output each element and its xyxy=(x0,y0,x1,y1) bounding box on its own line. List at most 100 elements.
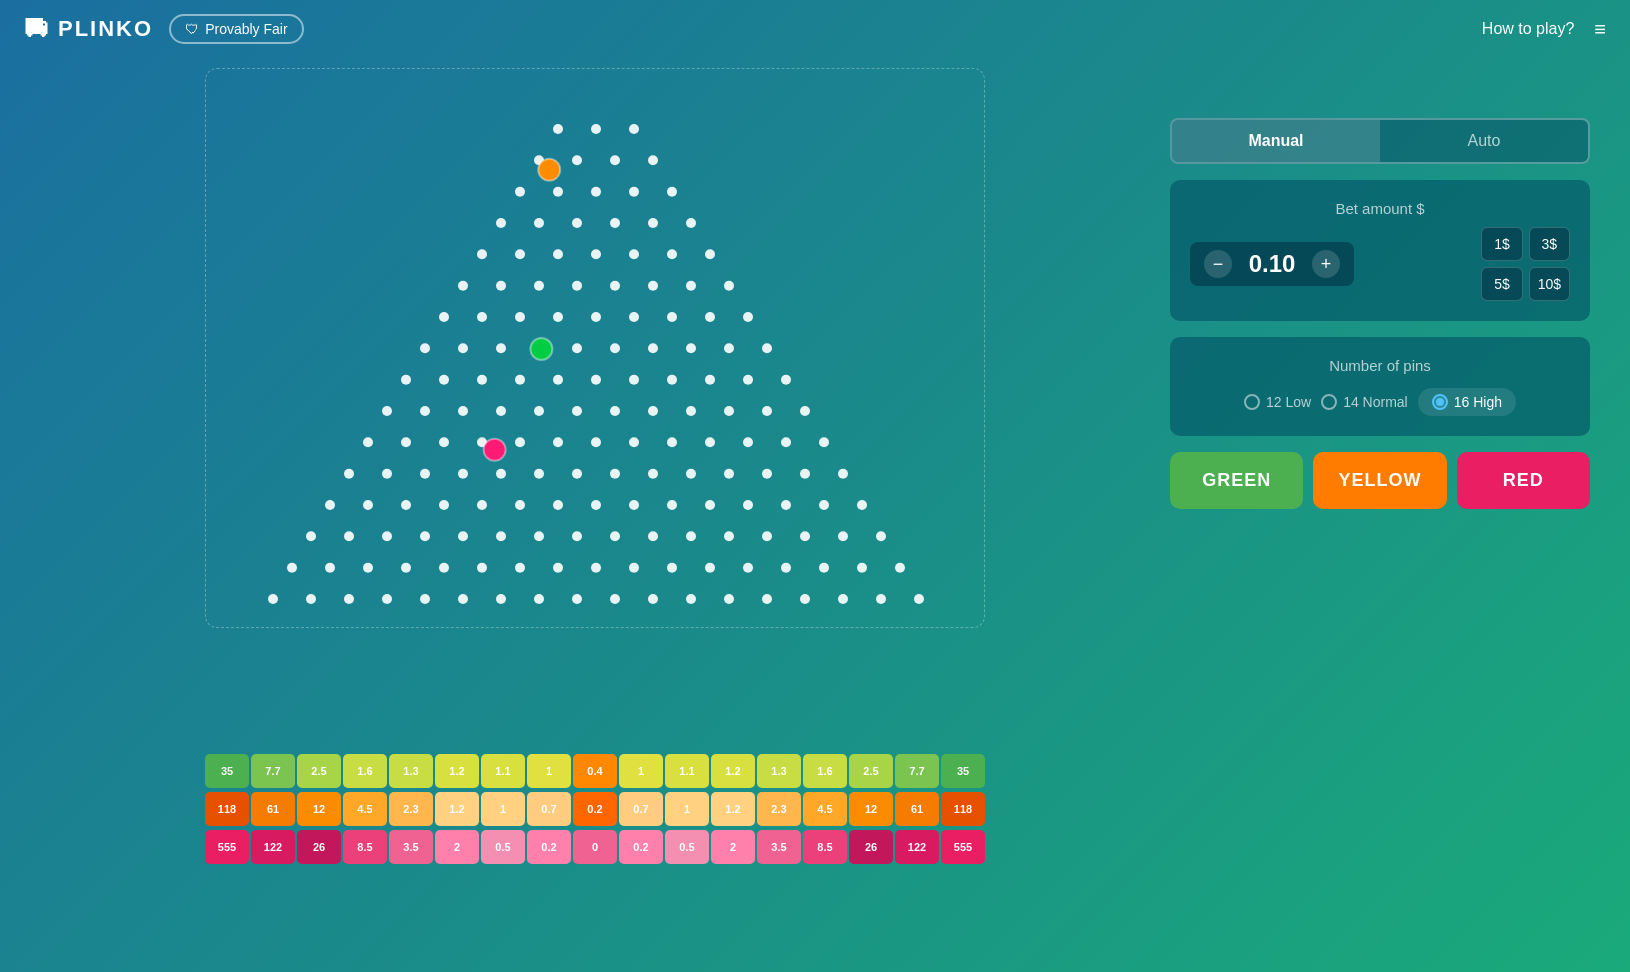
mult-cell: 0.4 xyxy=(573,754,617,788)
board-inner xyxy=(205,68,985,628)
mult-cell: 3.5 xyxy=(389,830,433,864)
mult-cell: 61 xyxy=(251,792,295,826)
mult-cell: 12 xyxy=(849,792,893,826)
mult-cell: 0.7 xyxy=(619,792,663,826)
pin-label-14normal: 14 Normal xyxy=(1343,394,1408,410)
mult-cell: 35 xyxy=(941,754,985,788)
mult-cell: 555 xyxy=(941,830,985,864)
pin-option-16high[interactable]: 16 High xyxy=(1418,388,1516,416)
how-to-play-link[interactable]: How to play? xyxy=(1482,20,1575,38)
pin-label-16high: 16 High xyxy=(1454,394,1502,410)
bet-value: 0.10 xyxy=(1242,250,1302,278)
radio-16high-inner xyxy=(1436,398,1444,406)
pins-options: 12 Low 14 Normal 16 High xyxy=(1190,388,1570,416)
mult-cell: 1.6 xyxy=(803,754,847,788)
mult-cell: 1.2 xyxy=(711,792,755,826)
mult-cell: 555 xyxy=(205,830,249,864)
mult-cell: 12 xyxy=(297,792,341,826)
mult-cell: 3.5 xyxy=(757,830,801,864)
mult-cell: 1.2 xyxy=(711,754,755,788)
mult-cell: 4.5 xyxy=(803,792,847,826)
main-content: 357.72.51.61.31.21.110.411.11.21.31.62.5… xyxy=(0,58,1630,970)
green-multiplier-row: 357.72.51.61.31.21.110.411.11.21.31.62.5… xyxy=(205,754,985,788)
bet-label: Bet amount $ xyxy=(1190,200,1570,217)
mult-cell: 0.2 xyxy=(619,830,663,864)
bet-decrement-button[interactable]: − xyxy=(1204,250,1232,278)
radio-16high xyxy=(1432,394,1448,410)
mult-cell: 2.3 xyxy=(757,792,801,826)
mult-cell: 122 xyxy=(251,830,295,864)
menu-icon[interactable]: ≡ xyxy=(1594,18,1606,41)
mult-cell: 118 xyxy=(941,792,985,826)
mult-cell: 0.7 xyxy=(527,792,571,826)
tab-auto[interactable]: Auto xyxy=(1380,120,1588,162)
header: ⛟ PLINKO 🛡 Provably Fair How to play? ≡ xyxy=(0,0,1630,58)
mode-tabs: Manual Auto xyxy=(1170,118,1590,164)
mult-cell: 1.1 xyxy=(665,754,709,788)
pin-option-14normal[interactable]: 14 Normal xyxy=(1321,388,1408,416)
mult-cell: 2.5 xyxy=(849,754,893,788)
pin-label-12low: 12 Low xyxy=(1266,394,1311,410)
radio-12low xyxy=(1244,394,1260,410)
radio-14normal xyxy=(1321,394,1337,410)
quick-bet-1[interactable]: 1$ xyxy=(1481,227,1522,261)
mult-cell: 2.5 xyxy=(297,754,341,788)
mult-cell: 1 xyxy=(481,792,525,826)
plinko-canvas xyxy=(206,69,986,629)
mult-cell: 7.7 xyxy=(251,754,295,788)
mult-cell: 0.2 xyxy=(527,830,571,864)
mult-cell: 1.1 xyxy=(481,754,525,788)
logo-icon: ⛟ xyxy=(24,15,50,43)
mult-cell: 1.6 xyxy=(343,754,387,788)
mult-cell: 0 xyxy=(573,830,617,864)
mult-cell: 8.5 xyxy=(803,830,847,864)
pin-option-12low[interactable]: 12 Low xyxy=(1244,388,1311,416)
mult-cell: 0.5 xyxy=(481,830,525,864)
mult-cell: 1.2 xyxy=(435,754,479,788)
bet-input-area: − 0.10 + xyxy=(1190,242,1354,286)
mult-cell: 26 xyxy=(849,830,893,864)
logo: ⛟ PLINKO xyxy=(24,15,153,43)
mult-cell: 61 xyxy=(895,792,939,826)
mult-cell: 122 xyxy=(895,830,939,864)
provably-fair-label: Provably Fair xyxy=(205,21,287,37)
board-container: 357.72.51.61.31.21.110.411.11.21.31.62.5… xyxy=(205,68,985,748)
pins-label: Number of pins xyxy=(1190,357,1570,374)
mult-cell: 1.3 xyxy=(389,754,433,788)
mult-cell: 0.5 xyxy=(665,830,709,864)
mult-cell: 2 xyxy=(435,830,479,864)
mult-cell: 26 xyxy=(297,830,341,864)
risk-buttons: GREEN YELLOW RED xyxy=(1170,452,1590,509)
shield-icon: 🛡 xyxy=(185,21,199,37)
pins-panel: Number of pins 12 Low 14 Normal 16 High xyxy=(1170,337,1590,436)
bet-panel: Bet amount $ − 0.10 + 1$ 3$ 5$ 10$ xyxy=(1170,180,1590,321)
logo-text: PLINKO xyxy=(58,16,153,42)
mult-cell: 35 xyxy=(205,754,249,788)
header-left: ⛟ PLINKO 🛡 Provably Fair xyxy=(24,14,304,44)
yellow-multiplier-row: 11861124.52.31.210.70.20.711.22.34.51261… xyxy=(205,792,985,826)
mult-cell: 2 xyxy=(711,830,755,864)
plinko-area: 357.72.51.61.31.21.110.411.11.21.31.62.5… xyxy=(40,68,1150,748)
quick-bet-10[interactable]: 10$ xyxy=(1529,267,1570,301)
red-multiplier-row: 555122268.53.520.50.200.20.523.58.526122… xyxy=(205,830,985,864)
bet-increment-button[interactable]: + xyxy=(1312,250,1340,278)
mult-cell: 8.5 xyxy=(343,830,387,864)
risk-yellow-button[interactable]: YELLOW xyxy=(1313,452,1446,509)
risk-red-button[interactable]: RED xyxy=(1457,452,1590,509)
header-right: How to play? ≡ xyxy=(1482,18,1606,41)
right-panel: Manual Auto Bet amount $ − 0.10 + 1$ 3$ … xyxy=(1170,118,1590,509)
quick-bets: 1$ 3$ 5$ 10$ xyxy=(1481,227,1570,301)
mult-cell: 1.2 xyxy=(435,792,479,826)
quick-bet-5[interactable]: 5$ xyxy=(1481,267,1522,301)
provably-fair-button[interactable]: 🛡 Provably Fair xyxy=(169,14,303,44)
mult-cell: 7.7 xyxy=(895,754,939,788)
mult-cell: 2.3 xyxy=(389,792,433,826)
mult-cell: 118 xyxy=(205,792,249,826)
risk-green-button[interactable]: GREEN xyxy=(1170,452,1303,509)
mult-cell: 1 xyxy=(527,754,571,788)
tab-manual[interactable]: Manual xyxy=(1172,120,1380,162)
bet-row: − 0.10 + 1$ 3$ 5$ 10$ xyxy=(1190,227,1570,301)
mult-cell: 1 xyxy=(619,754,663,788)
quick-bet-3[interactable]: 3$ xyxy=(1529,227,1570,261)
multiplier-section: 357.72.51.61.31.21.110.411.11.21.31.62.5… xyxy=(205,754,985,864)
